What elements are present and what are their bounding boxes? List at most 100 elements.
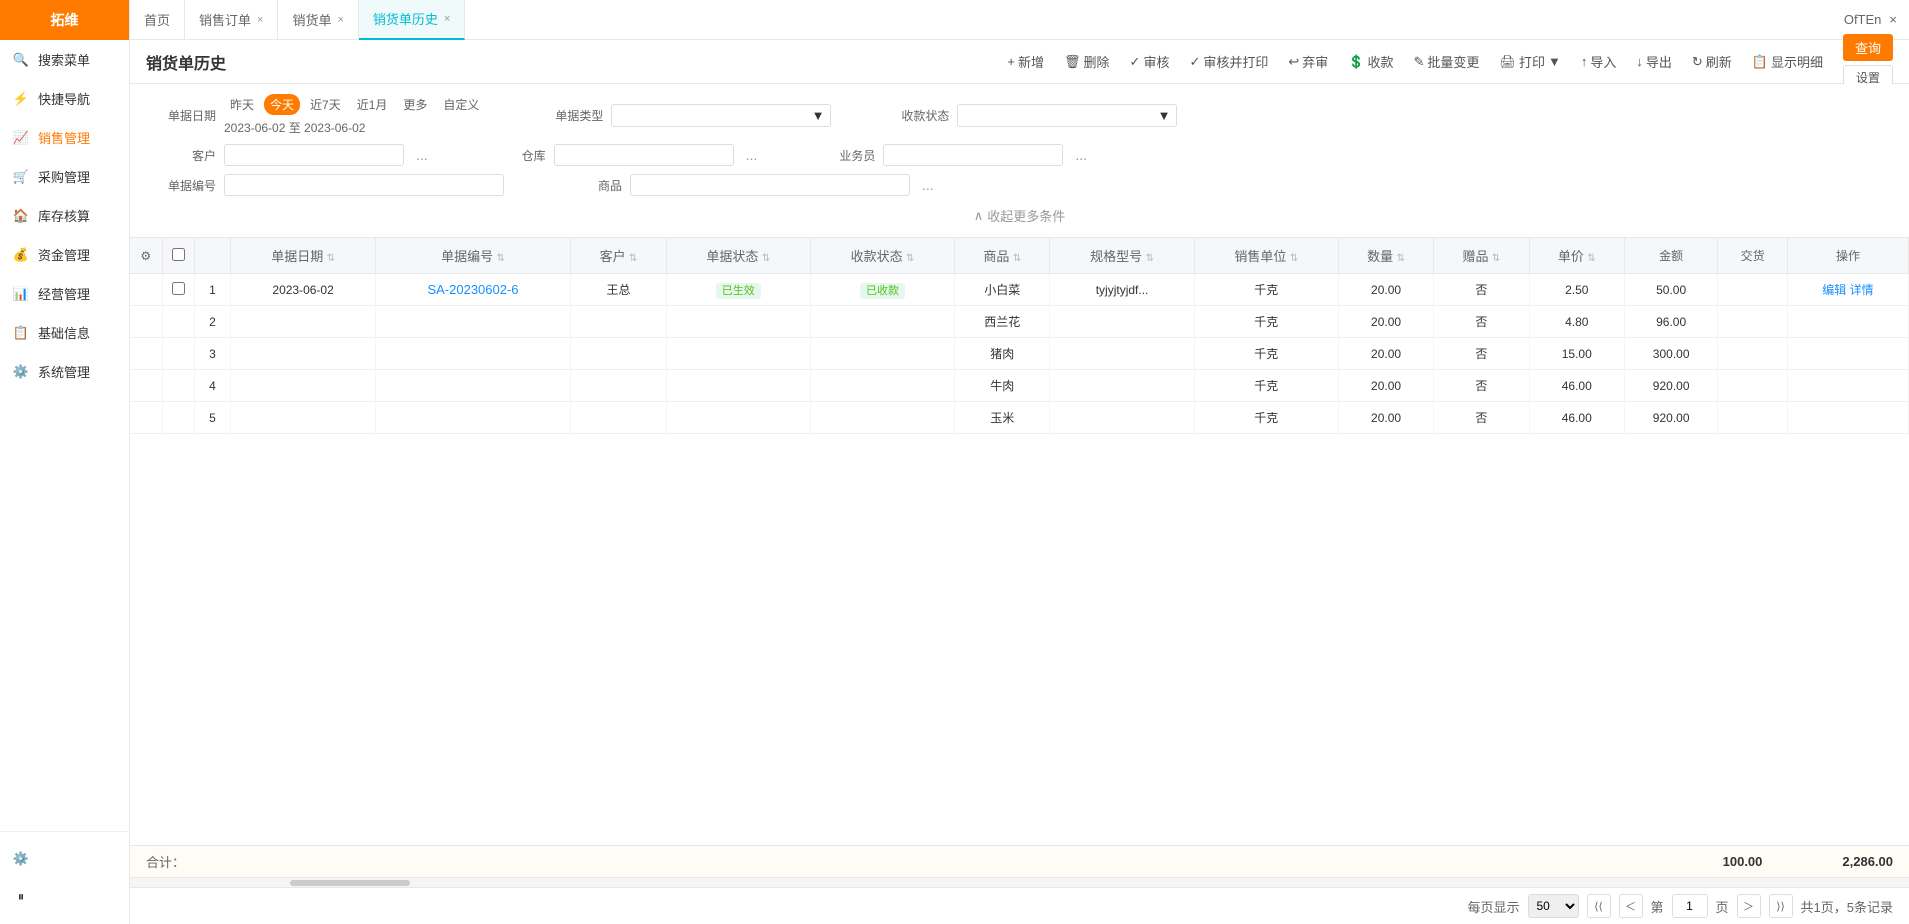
warehouse-input[interactable]	[554, 144, 734, 166]
salesperson-ellipsis[interactable]: ...	[1075, 147, 1087, 163]
refresh-button[interactable]: ↻ 刷新	[1684, 48, 1740, 75]
tab-sales-order[interactable]: 销售订单 ×	[185, 0, 278, 40]
column-price[interactable]: 单价 ⇅	[1529, 238, 1624, 274]
tab-sales-goods-close[interactable]: ×	[337, 14, 343, 26]
date-tag-today[interactable]: 今天	[264, 94, 300, 115]
payment-label: 收款状态	[879, 107, 949, 124]
sidebar-item-label: 经营管理	[38, 284, 90, 303]
table-cell: 96.00	[1624, 306, 1717, 338]
sidebar-item-basic-info[interactable]: 📋 基础信息	[0, 313, 129, 352]
sort-icon-customer: ⇅	[629, 253, 637, 264]
column-customer[interactable]: 客户 ⇅	[571, 238, 666, 274]
select-all-checkbox[interactable]	[172, 248, 185, 261]
print-button[interactable]: 🖨 打印 ▼	[1491, 48, 1568, 75]
customer-input[interactable]	[224, 144, 404, 166]
warehouse-ellipsis[interactable]: ...	[746, 147, 758, 163]
column-goods-label: 商品	[983, 249, 1009, 264]
column-unit[interactable]: 销售单位 ⇅	[1194, 238, 1338, 274]
next-page-button[interactable]: ＞	[1737, 894, 1761, 918]
column-docnum[interactable]: 单据编号 ⇅	[375, 238, 571, 274]
sidebar-settings-bottom[interactable]: ⚙️	[0, 840, 129, 878]
row-checkbox[interactable]	[172, 282, 185, 295]
doc-num-input[interactable]	[224, 174, 504, 196]
table-cell: tyjyjtyjdf...	[1050, 274, 1194, 306]
money-icon: 💰	[12, 246, 30, 264]
import-button[interactable]: ↑ 导入	[1573, 48, 1625, 75]
new-button[interactable]: + 新增	[999, 48, 1052, 75]
delete-button[interactable]: 🗑 删除	[1056, 48, 1118, 75]
date-tag-more[interactable]: 更多	[397, 94, 433, 115]
goods-input[interactable]	[630, 174, 910, 196]
tab-sales-order-close[interactable]: ×	[257, 14, 263, 26]
customer-ellipsis[interactable]: ...	[416, 147, 428, 163]
column-paystatus[interactable]: 收款状态 ⇅	[810, 238, 954, 274]
per-page-select[interactable]: 50 20 100	[1528, 894, 1579, 918]
sidebar-pause[interactable]: ⏸	[0, 878, 129, 916]
audit-print-button[interactable]: ✓ 审核并打印	[1181, 48, 1276, 75]
table-cell: 15.00	[1529, 338, 1624, 370]
table-cell	[1718, 306, 1788, 338]
sidebar-item-inventory[interactable]: 🏠 库存核算	[0, 196, 129, 235]
tab-sales-goods[interactable]: 销货单 ×	[278, 0, 358, 40]
salesperson-input[interactable]	[883, 144, 1063, 166]
refresh-icon: ↻	[1692, 54, 1703, 70]
table-cell: 编辑 详情	[1787, 274, 1908, 306]
sidebar-item-search-menu[interactable]: 🔍 搜索菜单	[0, 40, 129, 79]
audit-button[interactable]: ✓ 审核	[1122, 48, 1178, 75]
sidebar-item-system-mgmt[interactable]: ⚙️ 系统管理	[0, 352, 129, 391]
table-cell: 西兰花	[955, 306, 1050, 338]
tab-home[interactable]: 首页	[130, 0, 185, 40]
batch-change-button[interactable]: ✎ 批量变更	[1406, 48, 1488, 75]
warehouse-label: 仓库	[476, 147, 546, 164]
payment-select[interactable]: ▼	[957, 104, 1177, 127]
sidebar-item-finance[interactable]: 💰 资金管理	[0, 235, 129, 274]
table-cell	[1050, 370, 1194, 402]
show-details-button[interactable]: 📋 显示明细	[1744, 48, 1831, 75]
first-page-button[interactable]: ⟨⟨	[1587, 894, 1611, 918]
date-tag-1month[interactable]: 近1月	[351, 94, 394, 115]
column-spec[interactable]: 规格型号 ⇅	[1050, 238, 1194, 274]
sidebar-item-purchase-mgmt[interactable]: 🛒 采购管理	[0, 157, 129, 196]
last-page-button[interactable]: ⟩⟩	[1769, 894, 1793, 918]
column-checkbox[interactable]	[162, 238, 194, 274]
goods-ellipsis[interactable]: ...	[922, 177, 934, 193]
column-date[interactable]: 单据日期 ⇅	[231, 238, 375, 274]
sidebar-item-operations[interactable]: 📊 经营管理	[0, 274, 129, 313]
table-cell: 猪肉	[955, 338, 1050, 370]
date-tag-custom[interactable]: 自定义	[437, 94, 485, 115]
date-tag-yesterday[interactable]: 昨天	[224, 94, 260, 115]
column-gift[interactable]: 赠品 ⇅	[1434, 238, 1529, 274]
table-cell	[162, 338, 194, 370]
column-docstatus[interactable]: 单据状态 ⇅	[666, 238, 810, 274]
table-cell	[231, 338, 375, 370]
date-tag-7days[interactable]: 近7天	[304, 94, 347, 115]
table-cell: 已收款	[810, 274, 954, 306]
collapse-button[interactable]: ∧ 收起更多条件	[966, 204, 1074, 227]
page-input[interactable]	[1672, 894, 1708, 918]
sidebar-item-sales-mgmt[interactable]: 📈 销售管理	[0, 118, 129, 157]
scroll-thumb[interactable]	[290, 880, 410, 886]
detail-action[interactable]: 详情	[1850, 283, 1874, 297]
column-gear[interactable]: ⚙	[130, 238, 162, 274]
column-qty[interactable]: 数量 ⇅	[1338, 238, 1433, 274]
horizontal-scrollbar[interactable]	[130, 877, 1909, 887]
table-cell	[1718, 274, 1788, 306]
abandon-button[interactable]: ↩ 弃审	[1280, 48, 1336, 75]
print-dropdown-icon: ▼	[1548, 54, 1561, 69]
query-button[interactable]: 查询	[1843, 34, 1893, 61]
edit-icon: ✎	[1414, 54, 1425, 70]
table-cell	[571, 402, 666, 434]
refresh-button-label: 刷新	[1706, 52, 1732, 71]
tab-sales-history-close[interactable]: ×	[444, 13, 450, 25]
sidebar-item-quick-nav[interactable]: ⚡ 快捷导航	[0, 79, 129, 118]
export-button[interactable]: ↓ 导出	[1628, 48, 1680, 75]
doc-num-link[interactable]: SA-20230602-6	[427, 282, 518, 297]
table-cell	[231, 402, 375, 434]
collect-button[interactable]: 💲 收款	[1340, 48, 1401, 75]
type-select[interactable]: ▼	[611, 104, 831, 127]
topbar-close-btn[interactable]: ×	[1889, 12, 1897, 27]
column-goods[interactable]: 商品 ⇅	[955, 238, 1050, 274]
prev-page-button[interactable]: ＜	[1619, 894, 1643, 918]
tab-sales-history[interactable]: 销货单历史 ×	[359, 0, 465, 40]
edit-action[interactable]: 编辑	[1822, 283, 1846, 297]
